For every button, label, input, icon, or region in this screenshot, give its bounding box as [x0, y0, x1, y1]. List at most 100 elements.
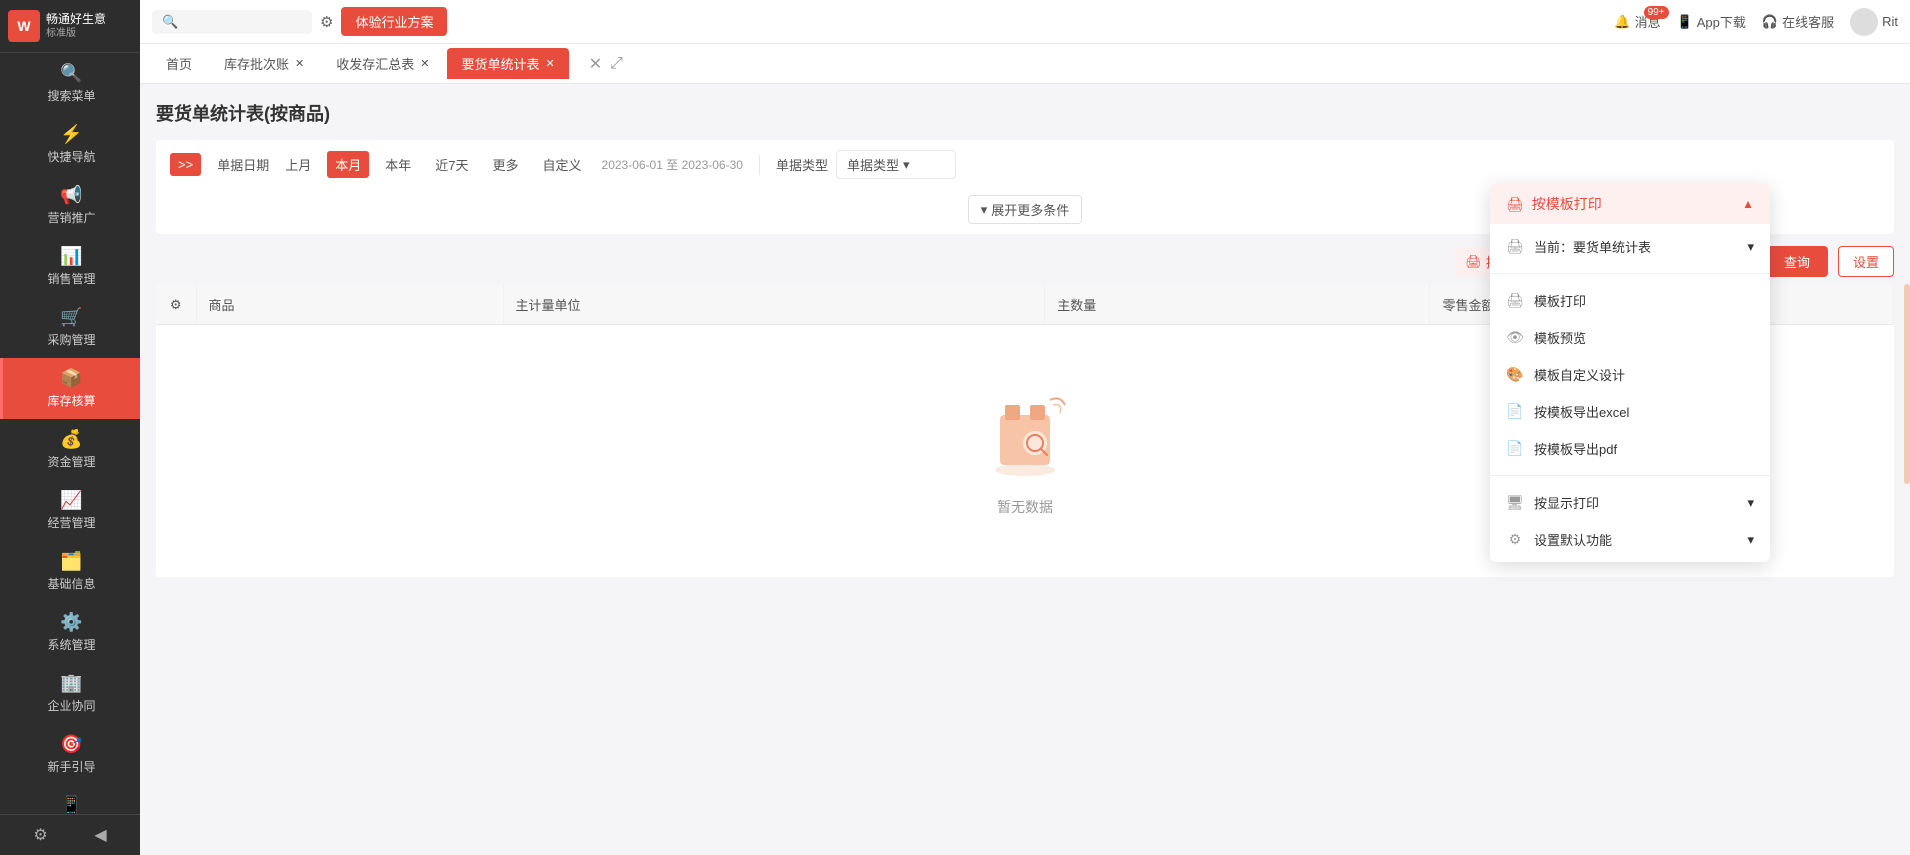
tab-collection-label: 收发存汇总表: [336, 54, 414, 73]
dropdown-title: 按模板打印: [1532, 194, 1602, 214]
sidebar-item-purchase[interactable]: 🛒 采购管理: [0, 297, 140, 358]
tab-expand-btn[interactable]: ⤢: [610, 55, 623, 73]
dropdown-section-current: 🖨 当前：要货单统计表 ▾: [1490, 224, 1770, 269]
footer-collapse-icon[interactable]: ◀: [94, 825, 106, 845]
template-preview-label: 模板预览: [1534, 328, 1586, 347]
box-icon: 📦: [60, 368, 82, 389]
col-goods: 商品: [196, 285, 503, 325]
sidebar-item-inventory[interactable]: 📦 库存核算: [0, 358, 140, 419]
display-chevron-icon: ▾: [1747, 495, 1754, 511]
megaphone-icon: 📢: [60, 185, 82, 206]
tabs-bar: 首页 库存批次账 ✕ 收发存汇总表 ✕ 要货单统计表 ✕ ✕ ⤢: [140, 44, 1910, 84]
app-download-btn[interactable]: 📱 App下载: [1677, 12, 1746, 31]
tab-close-all-btn[interactable]: ✕: [589, 54, 602, 74]
type-select[interactable]: 单据类型 ▾: [836, 150, 956, 179]
footer-settings-icon[interactable]: ⚙: [33, 825, 47, 845]
filter-expand-icon-btn[interactable]: >>: [170, 153, 201, 176]
export-excel-item[interactable]: 📄 按模板导出excel: [1490, 393, 1770, 430]
sidebar-item-label: 营销推广: [47, 209, 95, 226]
topbar-gear-icon[interactable]: ⚙: [320, 13, 333, 31]
more-date-btn[interactable]: 更多: [484, 151, 526, 178]
current-template-item[interactable]: 🖨 当前：要货单统计表 ▾: [1490, 228, 1770, 265]
sidebar-item-marketing[interactable]: 📢 营销推广: [0, 175, 140, 236]
topbar: 🔍 ⚙ 体验行业方案 🔔 消息 99+ 📱 App下载 🎧 在线客服 Rit: [140, 0, 1910, 44]
template-design-item[interactable]: 🎨 模板自定义设计: [1490, 356, 1770, 393]
sidebar-item-label: 经营管理: [47, 514, 95, 531]
sidebar-item-sales[interactable]: 📊 销售管理: [0, 236, 140, 297]
tab-batch-account-close[interactable]: ✕: [295, 57, 304, 70]
current-chevron-icon: ▾: [1747, 239, 1754, 255]
tab-order-stats-close[interactable]: ✕: [546, 57, 555, 70]
current-label: 当前：要货单统计表: [1534, 237, 1651, 256]
dropdown-divider-2: [1490, 475, 1770, 476]
avatar: [1850, 8, 1878, 36]
sidebar-item-shortcut[interactable]: ⚡ 快捷导航: [0, 114, 140, 175]
message-btn[interactable]: 🔔 消息 99+: [1614, 12, 1660, 31]
trend-icon: 📈: [60, 490, 82, 511]
last7-btn[interactable]: 近7天: [427, 151, 476, 178]
set-default-label: 设置默认功能: [1534, 530, 1612, 549]
template-print-item[interactable]: 🖨 模板打印: [1490, 282, 1770, 319]
sidebar-item-corp[interactable]: 🏢 企业协同: [0, 663, 140, 724]
display-print-item[interactable]: 🖥 按显示打印 ▾: [1490, 484, 1770, 521]
gear-icon: ⚙️: [60, 612, 82, 633]
print-dropdown: 🖨 按模板打印 ▲ 🖨 当前：要货单统计表 ▾ 🖨 模板打印: [1490, 184, 1770, 562]
sidebar-item-label: 采购管理: [47, 331, 95, 348]
sidebar-item-label: 资金管理: [47, 453, 95, 470]
custom-date-btn[interactable]: 自定义: [535, 151, 590, 178]
tab-collection-summary[interactable]: 收发存汇总表 ✕: [322, 48, 443, 79]
mobile-icon: 📱: [60, 795, 82, 814]
online-service-btn[interactable]: 🎧 在线客服: [1762, 12, 1834, 31]
template-design-icon: 🎨: [1506, 366, 1524, 383]
cart-icon: 🛒: [60, 307, 82, 328]
dropdown-up-arrow[interactable]: ▲: [1742, 197, 1754, 211]
col-settings[interactable]: ⚙: [156, 285, 196, 325]
sidebar-item-operation[interactable]: 📈 经营管理: [0, 480, 140, 541]
printer-header-icon: 🖨: [1506, 196, 1524, 213]
expand-more-conditions-btn[interactable]: ▾ 展开更多条件: [968, 195, 1083, 224]
template-preview-item[interactable]: 👁 模板预览: [1490, 319, 1770, 356]
tab-home[interactable]: 首页: [152, 48, 206, 79]
user-avatar-area[interactable]: Rit: [1850, 8, 1898, 36]
sidebar-item-appstore[interactable]: 📱 应用中心: [0, 785, 140, 814]
tab-home-label: 首页: [166, 54, 192, 73]
filter-divider: [759, 155, 760, 175]
sidebar-item-system[interactable]: ⚙️ 系统管理: [0, 602, 140, 663]
main-area: 🔍 ⚙ 体验行业方案 🔔 消息 99+ 📱 App下载 🎧 在线客服 Rit: [140, 0, 1910, 855]
sidebar-item-basic[interactable]: 🗂️ 基础信息: [0, 541, 140, 602]
page-content: 要货单统计表(按商品) >> 单据日期 上月 本月 本年 近7天 更多 自定义 …: [140, 84, 1910, 855]
app-name-text: 畅通好生意 标准版: [46, 11, 106, 42]
set-default-left: ⚙ 设置默认功能: [1506, 530, 1612, 549]
prev-month-btn[interactable]: 上月: [277, 151, 319, 178]
search-icon: 🔍: [60, 63, 82, 84]
date-label: 单据日期: [217, 155, 269, 174]
export-pdf-label: 按模板导出pdf: [1534, 439, 1617, 458]
query-btn[interactable]: 查询: [1766, 246, 1828, 277]
settings-btn[interactable]: 设置: [1838, 246, 1894, 277]
tab-order-stats[interactable]: 要货单统计表 ✕: [447, 48, 568, 79]
app-download-label: App下载: [1697, 12, 1746, 31]
dropdown-section-display: 🖥 按显示打印 ▾ ⚙ 设置默认功能 ▾: [1490, 480, 1770, 562]
dropdown-section-items: 🖨 模板打印 👁 模板预览 🎨 模板自定义设计 📄 按模板导出excel 📄: [1490, 278, 1770, 471]
trial-btn[interactable]: 体验行业方案: [341, 7, 447, 36]
tab-batch-account[interactable]: 库存批次账 ✕: [210, 48, 318, 79]
dropdown-divider-1: [1490, 273, 1770, 274]
set-default-item[interactable]: ⚙ 设置默认功能 ▾: [1490, 521, 1770, 558]
search-icon: 🔍: [162, 14, 178, 30]
target-icon: 🎯: [60, 734, 82, 755]
topbar-search-box[interactable]: 🔍: [152, 10, 312, 34]
current-year-btn[interactable]: 本年: [377, 151, 419, 178]
sidebar-item-finance[interactable]: 💰 资金管理: [0, 419, 140, 480]
sidebar-item-newbie[interactable]: 🎯 新手引导: [0, 724, 140, 785]
display-print-label: 按显示打印: [1534, 493, 1599, 512]
set-default-icon: ⚙: [1506, 531, 1524, 548]
message-badge: 99+: [1644, 6, 1669, 19]
export-pdf-item[interactable]: 📄 按模板导出pdf: [1490, 430, 1770, 467]
current-month-btn[interactable]: 本月: [327, 151, 369, 178]
tab-collection-close[interactable]: ✕: [420, 57, 429, 70]
empty-text: 暂无数据: [997, 497, 1053, 517]
search-input[interactable]: [182, 15, 302, 29]
sidebar-item-search[interactable]: 🔍 搜索菜单: [0, 53, 140, 114]
lightning-icon: ⚡: [60, 124, 82, 145]
type-placeholder: 单据类型: [847, 155, 899, 174]
